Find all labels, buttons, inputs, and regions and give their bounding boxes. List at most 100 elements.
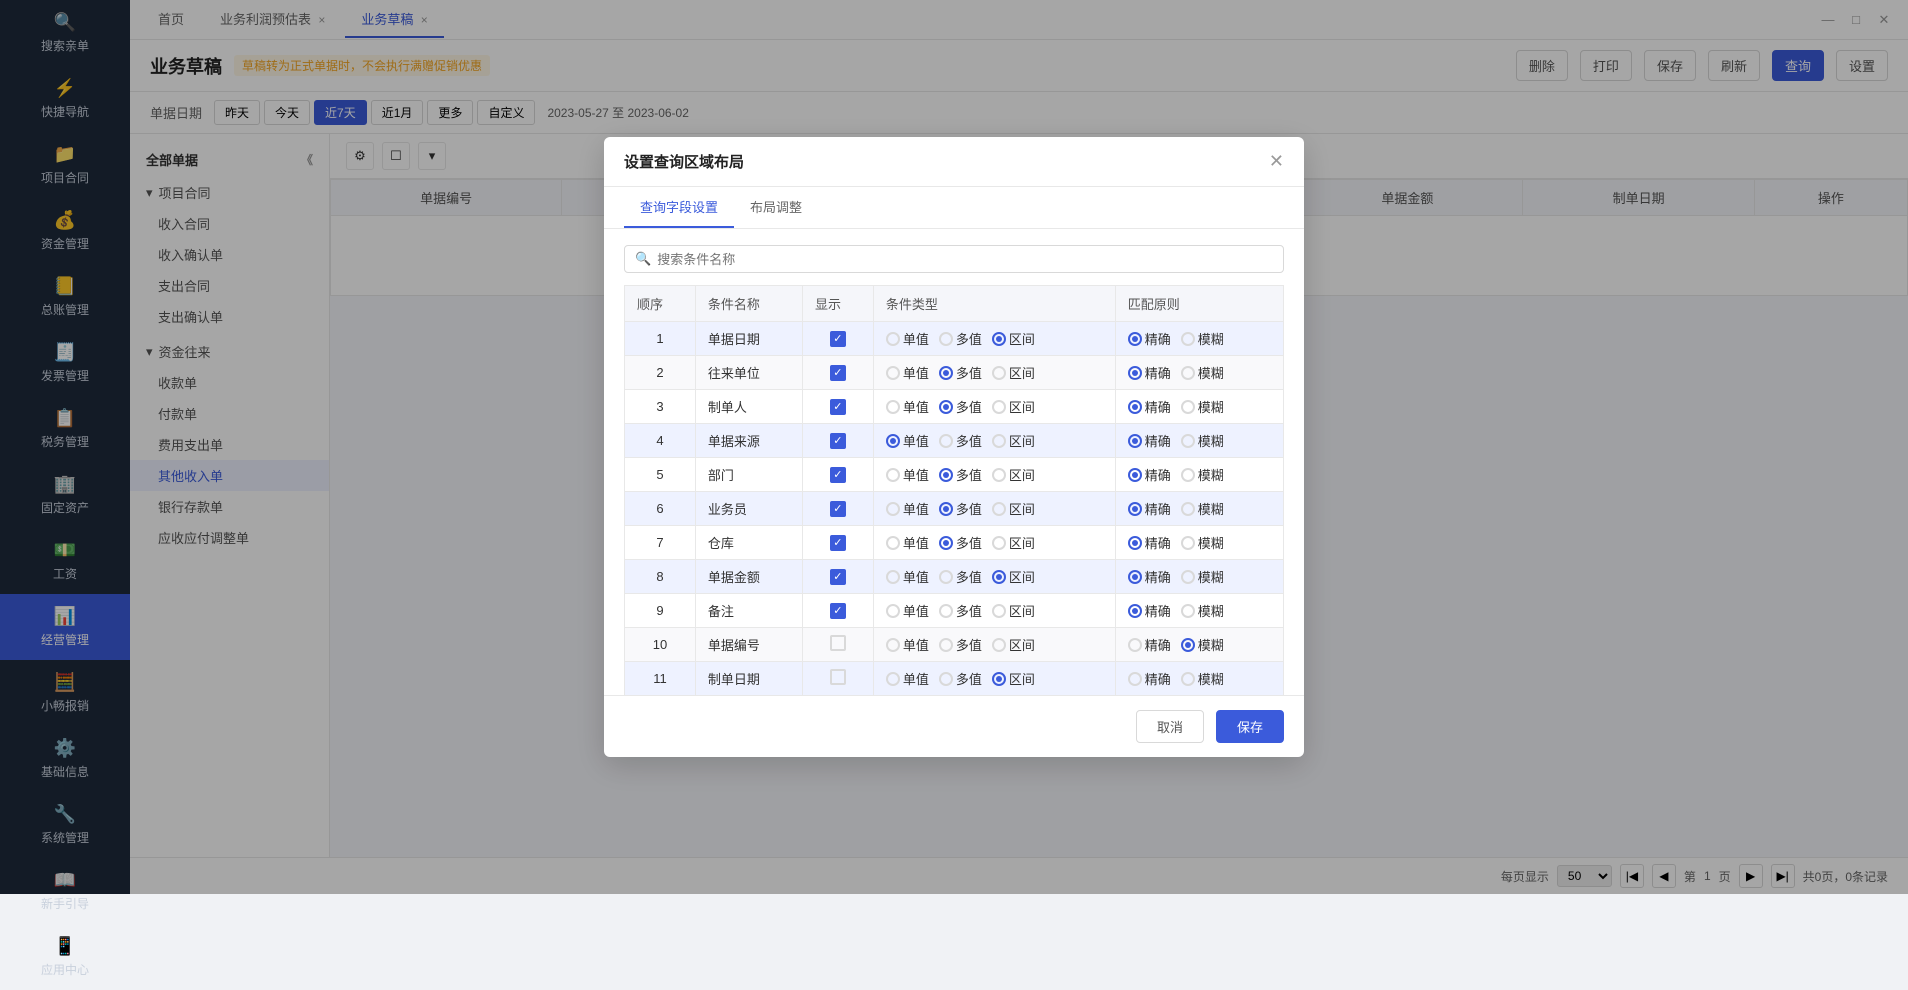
row-show[interactable]: [802, 662, 873, 696]
radio-exact[interactable]: 精确: [1128, 329, 1171, 348]
radio-range[interactable]: 区间: [992, 329, 1035, 348]
radio-range[interactable]: 区间: [992, 567, 1035, 586]
radio-exact[interactable]: 精确: [1128, 465, 1171, 484]
radio-single[interactable]: 单值: [886, 329, 929, 348]
radio-exact[interactable]: 精确: [1128, 533, 1171, 552]
row-match[interactable]: 精确 模糊: [1115, 322, 1283, 356]
radio-multi[interactable]: 多值: [939, 397, 982, 416]
row-match[interactable]: 精确 模糊: [1115, 356, 1283, 390]
row-type[interactable]: 单值 多值 区间: [873, 390, 1115, 424]
radio-multi[interactable]: 多值: [939, 567, 982, 586]
row-match[interactable]: 精确 模糊: [1115, 424, 1283, 458]
radio-fuzzy[interactable]: 模糊: [1181, 567, 1224, 586]
radio-multi[interactable]: 多值: [939, 329, 982, 348]
radio-range[interactable]: 区间: [992, 669, 1035, 688]
radio-range[interactable]: 区间: [992, 499, 1035, 518]
modal-tab-fields[interactable]: 查询字段设置: [624, 187, 734, 228]
show-checkbox[interactable]: ✓: [830, 569, 846, 585]
row-show[interactable]: ✓: [802, 322, 873, 356]
radio-range[interactable]: 区间: [992, 601, 1035, 620]
row-show[interactable]: ✓: [802, 492, 873, 526]
sidebar-item-app[interactable]: 📱应用中心: [0, 924, 130, 990]
row-show[interactable]: ✓: [802, 526, 873, 560]
radio-fuzzy[interactable]: 模糊: [1181, 397, 1224, 416]
radio-fuzzy[interactable]: 模糊: [1181, 329, 1224, 348]
radio-single[interactable]: 单值: [886, 669, 929, 688]
radio-exact[interactable]: 精确: [1128, 499, 1171, 518]
radio-single[interactable]: 单值: [886, 533, 929, 552]
row-match[interactable]: 精确 模糊: [1115, 628, 1283, 662]
row-show[interactable]: ✓: [802, 390, 873, 424]
radio-exact[interactable]: 精确: [1128, 635, 1171, 654]
row-show[interactable]: ✓: [802, 560, 873, 594]
row-match[interactable]: 精确 模糊: [1115, 492, 1283, 526]
row-match[interactable]: 精确 模糊: [1115, 662, 1283, 696]
radio-multi[interactable]: 多值: [939, 533, 982, 552]
radio-fuzzy[interactable]: 模糊: [1181, 533, 1224, 552]
row-type[interactable]: 单值 多值 区间: [873, 662, 1115, 696]
radio-range[interactable]: 区间: [992, 397, 1035, 416]
row-type[interactable]: 单值 多值 区间: [873, 560, 1115, 594]
row-type[interactable]: 单值 多值 区间: [873, 424, 1115, 458]
row-match[interactable]: 精确 模糊: [1115, 390, 1283, 424]
radio-single[interactable]: 单值: [886, 397, 929, 416]
row-show[interactable]: ✓: [802, 356, 873, 390]
radio-single[interactable]: 单值: [886, 363, 929, 382]
radio-exact[interactable]: 精确: [1128, 431, 1171, 450]
radio-fuzzy[interactable]: 模糊: [1181, 669, 1224, 688]
show-checkbox[interactable]: ✓: [830, 433, 846, 449]
radio-range[interactable]: 区间: [992, 363, 1035, 382]
radio-range[interactable]: 区间: [992, 635, 1035, 654]
radio-multi[interactable]: 多值: [939, 499, 982, 518]
radio-multi[interactable]: 多值: [939, 635, 982, 654]
radio-multi[interactable]: 多值: [939, 465, 982, 484]
radio-single[interactable]: 单值: [886, 601, 929, 620]
radio-exact[interactable]: 精确: [1128, 567, 1171, 586]
radio-single[interactable]: 单值: [886, 499, 929, 518]
radio-single[interactable]: 单值: [886, 635, 929, 654]
radio-multi[interactable]: 多值: [939, 363, 982, 382]
modal-save-btn[interactable]: 保存: [1216, 710, 1284, 743]
modal-tab-layout[interactable]: 布局调整: [734, 187, 818, 228]
row-match[interactable]: 精确 模糊: [1115, 526, 1283, 560]
modal-close-btn[interactable]: ✕: [1269, 151, 1284, 172]
radio-multi[interactable]: 多值: [939, 669, 982, 688]
radio-exact[interactable]: 精确: [1128, 669, 1171, 688]
radio-fuzzy[interactable]: 模糊: [1181, 431, 1224, 450]
show-checkbox[interactable]: ✓: [830, 467, 846, 483]
row-type[interactable]: 单值 多值 区间: [873, 492, 1115, 526]
radio-fuzzy[interactable]: 模糊: [1181, 499, 1224, 518]
show-checkbox[interactable]: ✓: [830, 399, 846, 415]
row-show[interactable]: ✓: [802, 458, 873, 492]
row-show[interactable]: ✓: [802, 424, 873, 458]
row-match[interactable]: 精确 模糊: [1115, 594, 1283, 628]
radio-exact[interactable]: 精确: [1128, 363, 1171, 382]
show-checkbox[interactable]: ✓: [830, 603, 846, 619]
modal-overlay[interactable]: 设置查询区域布局 ✕ 查询字段设置布局调整 🔍 顺序条件名称显示条件类型匹配原则…: [0, 0, 1908, 894]
row-type[interactable]: 单值 多值 区间: [873, 458, 1115, 492]
radio-exact[interactable]: 精确: [1128, 601, 1171, 620]
row-type[interactable]: 单值 多值 区间: [873, 356, 1115, 390]
radio-exact[interactable]: 精确: [1128, 397, 1171, 416]
modal-cancel-btn[interactable]: 取消: [1136, 710, 1204, 743]
radio-range[interactable]: 区间: [992, 431, 1035, 450]
show-checkbox[interactable]: [830, 635, 846, 651]
show-checkbox[interactable]: ✓: [830, 331, 846, 347]
row-match[interactable]: 精确 模糊: [1115, 458, 1283, 492]
radio-range[interactable]: 区间: [992, 533, 1035, 552]
row-type[interactable]: 单值 多值 区间: [873, 594, 1115, 628]
show-checkbox[interactable]: [830, 669, 846, 685]
show-checkbox[interactable]: ✓: [830, 501, 846, 517]
row-match[interactable]: 精确 模糊: [1115, 560, 1283, 594]
modal-search-input[interactable]: [657, 252, 1273, 267]
radio-single[interactable]: 单值: [886, 567, 929, 586]
radio-multi[interactable]: 多值: [939, 601, 982, 620]
radio-single[interactable]: 单值: [886, 431, 929, 450]
row-show[interactable]: ✓: [802, 594, 873, 628]
show-checkbox[interactable]: ✓: [830, 365, 846, 381]
row-type[interactable]: 单值 多值 区间: [873, 526, 1115, 560]
radio-multi[interactable]: 多值: [939, 431, 982, 450]
radio-fuzzy[interactable]: 模糊: [1181, 465, 1224, 484]
row-type[interactable]: 单值 多值 区间: [873, 628, 1115, 662]
radio-fuzzy[interactable]: 模糊: [1181, 635, 1224, 654]
